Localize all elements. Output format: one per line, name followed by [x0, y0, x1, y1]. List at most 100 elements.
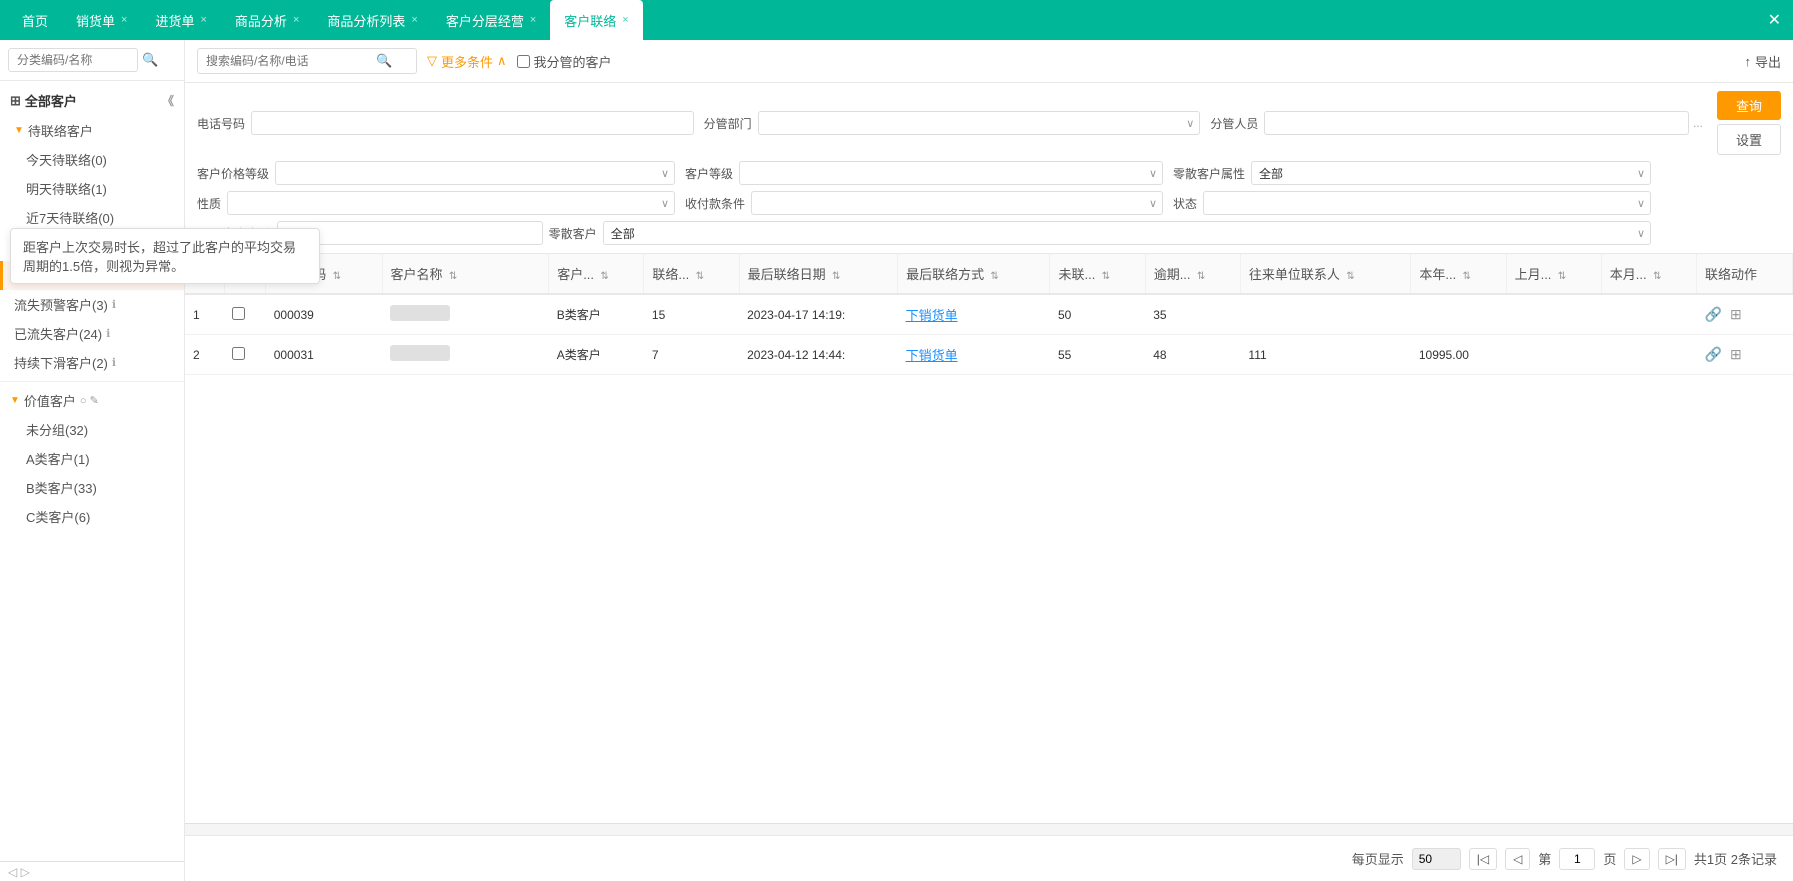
first-page-button[interactable]: |◁ [1469, 848, 1497, 870]
col-this-year[interactable]: 本年... ⇅ [1411, 254, 1506, 294]
sidebar-item-class-c[interactable]: C类客户(6) [0, 502, 184, 531]
export-button[interactable]: ↑ 导出 [1744, 52, 1781, 71]
value-customers-section[interactable]: ▼ 价值客户 ○ ✎ [0, 386, 184, 415]
close-purchase-icon[interactable]: × [200, 14, 206, 26]
col-last-date[interactable]: 最后联络日期 ⇅ [739, 254, 897, 294]
nav-customer-tier[interactable]: 客户分层经营 × [432, 0, 550, 40]
last-page-button[interactable]: ▷| [1658, 848, 1686, 870]
close-product-list-icon[interactable]: × [411, 14, 417, 26]
more-conditions-btn[interactable]: ▽ 更多条件 ∧ [427, 52, 507, 71]
nav-product-list[interactable]: 商品分析列表 × [313, 0, 431, 40]
filter-price-level-input[interactable] [275, 161, 675, 185]
nav-home[interactable]: 首页 [8, 0, 62, 40]
next-page-button[interactable]: ▷ [1624, 848, 1649, 870]
per-page-select[interactable]: 50 100 200 [1412, 848, 1461, 870]
window-close-icon[interactable]: ✕ [1768, 10, 1781, 30]
last-method-link-1[interactable]: 下销货单 [906, 308, 958, 323]
sidebar-item-class-b[interactable]: B类客户(33) [0, 473, 184, 502]
filter-pay-condition-input[interactable] [751, 191, 1163, 215]
td-last-method-2[interactable]: 下销货单 [898, 335, 1050, 375]
edit-icon[interactable]: ○ ✎ [80, 394, 99, 407]
filter-dept-input[interactable] [758, 111, 1201, 135]
sidebar-item-churned[interactable]: 已流失客户(24) ℹ [0, 319, 184, 348]
close-sales-icon[interactable]: × [121, 14, 127, 26]
col-name[interactable]: 客户名称 ⇅ [382, 254, 549, 294]
nav-product-analysis[interactable]: 商品分析 × [221, 0, 313, 40]
toolbar-search-icon[interactable]: 🔍 [376, 53, 392, 69]
col-this-month[interactable]: 本月... ⇅ [1601, 254, 1696, 294]
col-last-method[interactable]: 最后联络方式 ⇅ [898, 254, 1050, 294]
sidebar-item-tomorrow[interactable]: 明天待联络(1) [0, 174, 184, 203]
filter-level-input[interactable] [739, 161, 1163, 185]
close-customer-tier-icon[interactable]: × [530, 14, 536, 26]
nav-customer-contact[interactable]: 客户联络 × [550, 0, 642, 40]
sort-code-icon[interactable]: ⇅ [333, 271, 341, 282]
sort-last-month-icon[interactable]: ⇅ [1558, 271, 1566, 282]
td-contact-2: 7 [644, 335, 739, 375]
sidebar-bottom-arrow[interactable]: ◁ ▷ [8, 865, 30, 879]
sort-uncontacted-icon[interactable]: ⇅ [1102, 271, 1110, 282]
scrollbar-area[interactable] [185, 823, 1793, 835]
filter-phone-input[interactable] [251, 111, 694, 135]
sidebar-item-ungroup[interactable]: 未分组(32) [0, 415, 184, 444]
last-method-link-2[interactable]: 下销货单 [906, 348, 958, 363]
pagination: 每页显示 50 100 200 |◁ ◁ 第 页 ▷ ▷| 共1页 2条记录 [185, 835, 1793, 881]
col-uncontacted[interactable]: 未联... ⇅ [1050, 254, 1145, 294]
sort-overdue-icon[interactable]: ⇅ [1197, 271, 1205, 282]
search-input[interactable] [206, 54, 376, 68]
sidebar-item-churn-warning[interactable]: 流失预警客户(3) ℹ [0, 290, 184, 319]
grid-icon-2[interactable]: ⊞ [1730, 346, 1742, 363]
sort-type-icon[interactable]: ⇅ [600, 271, 608, 282]
sort-this-year-icon[interactable]: ⇅ [1463, 271, 1471, 282]
query-button[interactable]: 查询 [1717, 91, 1781, 120]
filter-status-input[interactable] [1203, 191, 1651, 215]
sort-contact2-icon[interactable]: ⇅ [1346, 271, 1354, 282]
col-overdue[interactable]: 逾期... ⇅ [1145, 254, 1240, 294]
all-customers-title[interactable]: ⊞ 全部客户 《 [0, 85, 184, 116]
table-header: ⚙ 客户编码 ⇅ 客户名称 ⇅ [185, 254, 1793, 294]
my-customers-checkbox[interactable] [517, 55, 530, 68]
sort-this-month-icon[interactable]: ⇅ [1653, 271, 1661, 282]
sidebar-item-today[interactable]: 今天待联络(0) [0, 145, 184, 174]
prev-page-button[interactable]: ◁ [1505, 848, 1530, 870]
row1-checkbox[interactable] [232, 307, 245, 320]
link-icon-2[interactable]: 🔗 [1705, 346, 1722, 363]
filter-person-input[interactable] [1264, 111, 1689, 135]
col-contact2[interactable]: 往来单位联系人 ⇅ [1240, 254, 1410, 294]
close-product-analysis-icon[interactable]: × [293, 14, 299, 26]
col-contact[interactable]: 联络... ⇅ [644, 254, 739, 294]
sort-contact-icon[interactable]: ⇅ [696, 271, 704, 282]
settings-button[interactable]: 设置 [1717, 124, 1781, 155]
td-checkbox-1[interactable] [224, 294, 266, 335]
grid-icon-1[interactable]: ⊞ [1730, 306, 1742, 323]
collapse-icon[interactable]: 《 [162, 92, 174, 109]
sidebar-item-class-a[interactable]: A类客户(1) [0, 444, 184, 473]
sort-name-icon[interactable]: ⇅ [449, 271, 457, 282]
nav-purchase[interactable]: 进货单 × [141, 0, 220, 40]
page-number-input[interactable] [1559, 848, 1595, 870]
link-icon-1[interactable]: 🔗 [1705, 306, 1722, 323]
filter-pay-condition: 收付款条件 ∨ [685, 191, 1163, 215]
col-type[interactable]: 客户... ⇅ [549, 254, 644, 294]
td-last-method-1[interactable]: 下销货单 [898, 294, 1050, 335]
sidebar-search-icon[interactable]: 🔍 [142, 52, 158, 68]
filter-retail-attr-input[interactable] [1251, 161, 1651, 185]
close-customer-contact-icon[interactable]: × [622, 14, 628, 26]
sort-last-date-icon[interactable]: ⇅ [832, 271, 840, 282]
sidebar-search-input[interactable] [8, 48, 138, 72]
group-pending-contact[interactable]: ▼ 待联络客户 [0, 116, 184, 145]
td-index-1: 1 [185, 294, 224, 335]
filter-retail-customer-input[interactable] [603, 221, 1651, 245]
sidebar-item-declining[interactable]: 持续下滑客户(2) ℹ [0, 348, 184, 377]
filter-gender-input[interactable] [227, 191, 675, 215]
sidebar-bottom: ◁ ▷ [0, 861, 184, 881]
nav-sales[interactable]: 销货单 × [62, 0, 141, 40]
person-dots[interactable]: ... [1689, 116, 1707, 130]
filter-person: 分管人员 ... [1210, 111, 1707, 135]
td-checkbox-2[interactable] [224, 335, 266, 375]
sort-last-method-icon[interactable]: ⇅ [990, 271, 998, 282]
col-last-month[interactable]: 上月... ⇅ [1506, 254, 1601, 294]
info-icon-declining: ℹ [112, 356, 116, 369]
td-last-date-2: 2023-04-12 14:44: [739, 335, 897, 375]
row2-checkbox[interactable] [232, 347, 245, 360]
